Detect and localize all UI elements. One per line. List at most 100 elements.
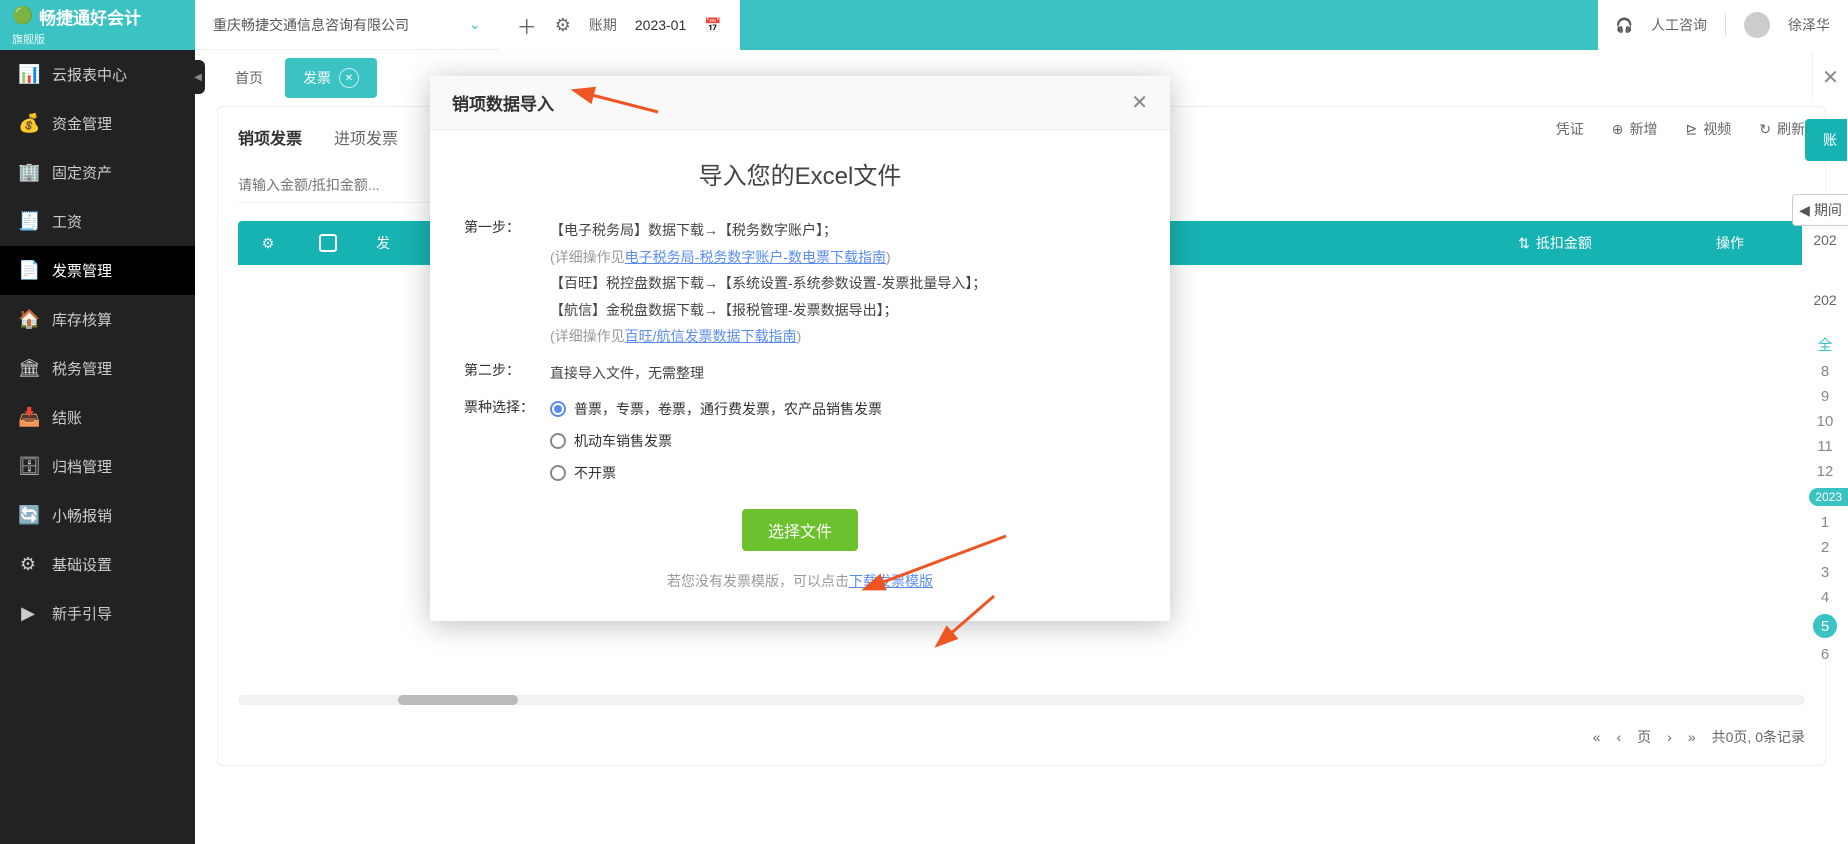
rail-month[interactable]: 6 <box>1821 646 1829 663</box>
radio-option-none[interactable]: 不开票 <box>550 463 882 483</box>
top-tools: ＋ ⚙ 账期 2023-01 📅 <box>499 0 740 50</box>
home-icon: 🏠 <box>18 309 38 330</box>
consult-link[interactable]: 人工咨询 <box>1651 15 1707 35</box>
amount-search-input[interactable] <box>238 167 458 203</box>
sidebar-item-assets[interactable]: 🏢固定资产 <box>0 148 195 197</box>
sidebar-item-guide[interactable]: ▶新手引导 <box>0 589 195 638</box>
tab-close-icon[interactable]: ✕ <box>339 68 359 88</box>
money-icon: 💰 <box>18 113 38 134</box>
tab-home[interactable]: 首页 <box>217 58 281 98</box>
scrollbar-thumb[interactable] <box>398 695 518 705</box>
user-name[interactable]: 徐泽华 <box>1788 15 1830 35</box>
step1-link1[interactable]: 电子税务局-税务数字账户-数电票下载指南 <box>625 249 886 265</box>
rail-month[interactable]: 8 <box>1821 363 1829 380</box>
step1-label: 第一步： <box>464 217 550 350</box>
sidebar-item-tax[interactable]: 🏛税务管理 <box>0 344 195 393</box>
rail-month-selected[interactable]: 5 <box>1813 614 1837 638</box>
chart-icon: 📊 <box>18 64 38 85</box>
rail-month[interactable]: 1 <box>1821 514 1829 531</box>
voucher-button[interactable]: 凭证 <box>1556 119 1584 139</box>
rail-month[interactable]: 4 <box>1821 589 1829 606</box>
th-offset[interactable]: ⇅抵扣金额 <box>1455 233 1655 253</box>
rail-month[interactable]: 11 <box>1817 438 1833 455</box>
radio-label: 票种选择： <box>464 397 550 483</box>
play-icon: ▶ <box>18 603 38 624</box>
step-2: 第二步： 直接导入文件，无需整理 <box>464 360 1136 387</box>
rail-month[interactable]: 10 <box>1817 413 1834 430</box>
sidebar: ◀ 📊云报表中心 💰资金管理 🏢固定资产 🧾工资 📄发票管理 🏠库存核算 🏛税务… <box>0 50 195 844</box>
rail-month[interactable]: 12 <box>1817 463 1834 480</box>
rail-year-badge: 2023 <box>1809 488 1848 506</box>
sidebar-item-settings[interactable]: ⚙基础设置 <box>0 540 195 589</box>
radio-option-vehicle[interactable]: 机动车销售发票 <box>550 431 882 451</box>
checkbox-icon <box>319 234 337 252</box>
sidebar-item-invoice[interactable]: 📄发票管理 <box>0 246 195 295</box>
close-icon[interactable]: ✕ <box>1131 90 1148 115</box>
refresh-button[interactable]: ↻刷新 <box>1759 119 1805 139</box>
modal-title: 销项数据导入 <box>452 90 554 115</box>
rail-month[interactable]: 9 <box>1821 388 1829 405</box>
th-gear[interactable]: ⚙ <box>238 235 298 252</box>
pager-next-last-icon[interactable]: » <box>1688 729 1696 745</box>
step1-note1: (详细操作见电子税务局-税务数字账户-数电票下载指南) <box>550 244 1136 271</box>
sidebar-item-close[interactable]: 📥结账 <box>0 393 195 442</box>
tab-invoice[interactable]: 发票 ✕ <box>285 58 377 98</box>
step1-link2[interactable]: 百旺/航信发票数据下载指南 <box>625 328 797 344</box>
rail-month[interactable]: 2 <box>1821 539 1829 556</box>
plus-icon[interactable]: ＋ <box>517 11 537 40</box>
pager-next-icon[interactable]: › <box>1667 729 1672 745</box>
sidebar-collapse-handle[interactable]: ◀ <box>191 60 205 94</box>
sidebar-item-inventory[interactable]: 🏠库存核算 <box>0 295 195 344</box>
modal-heading: 导入您的Excel文件 <box>464 156 1136 191</box>
rail-month-all[interactable]: 全 <box>1817 334 1832 355</box>
pager-prev-icon[interactable]: ‹ <box>1617 729 1622 745</box>
radio-option-general[interactable]: 普票，专票，卷票，通行费发票，农产品销售发票 <box>550 399 882 419</box>
sort-icon: ⇅ <box>1518 235 1530 252</box>
brand-sub: 旗舰版 <box>12 31 183 47</box>
play-icon: ⊵ <box>1686 121 1698 138</box>
refresh-icon: 🔄 <box>18 505 38 526</box>
sidebar-item-funds[interactable]: 💰资金管理 <box>0 99 195 148</box>
rail-year-1[interactable]: 202 <box>1813 232 1836 248</box>
avatar[interactable] <box>1744 12 1770 38</box>
radio-icon <box>550 465 566 481</box>
radio-icon <box>550 401 566 417</box>
sidebar-item-reports[interactable]: 📊云报表中心 <box>0 50 195 99</box>
subtab-in[interactable]: 进项发票 <box>334 125 398 149</box>
company-selector[interactable]: 重庆畅捷交通信息咨询有限公司 ⌄ <box>195 0 499 50</box>
radio-group: 普票，专票，卷票，通行费发票，农产品销售发票 机动车销售发票 不开票 <box>550 397 882 483</box>
horizontal-scrollbar[interactable] <box>238 695 1805 705</box>
logo-area: 🟢畅捷通好会计 旗舰版 <box>0 4 195 47</box>
sidebar-item-archive[interactable]: 🗄归档管理 <box>0 442 195 491</box>
plus-icon: ⊕ <box>1612 121 1624 138</box>
period-tab[interactable]: ◀期间 <box>1792 194 1848 226</box>
period-label: 账期 <box>589 15 617 35</box>
select-file-button[interactable]: 选择文件 <box>742 509 858 551</box>
rail-month[interactable]: 3 <box>1821 564 1829 581</box>
archive-icon: 🗄 <box>18 456 38 477</box>
subtab-out[interactable]: 销项发票 <box>238 125 302 149</box>
download-template-link[interactable]: 下载发票模版 <box>849 573 933 589</box>
close-panel-button[interactable]: ✕ <box>1812 53 1848 101</box>
sidebar-item-salary[interactable]: 🧾工资 <box>0 197 195 246</box>
calendar-icon[interactable]: 📅 <box>704 17 721 34</box>
add-button[interactable]: ⊕新增 <box>1612 119 1658 139</box>
sidebar-item-reimburse[interactable]: 🔄小畅报销 <box>0 491 195 540</box>
gear-icon: ⚙ <box>262 235 275 252</box>
video-button[interactable]: ⊵视频 <box>1686 119 1732 139</box>
pager-prev-first-icon[interactable]: « <box>1593 729 1601 745</box>
rail-year-2[interactable]: 202 <box>1813 292 1836 308</box>
gear-icon: ⚙ <box>18 554 38 575</box>
radio-row: 票种选择： 普票，专票，卷票，通行费发票，农产品销售发票 机动车销售发票 不开票 <box>464 397 1136 483</box>
gear-icon[interactable]: ⚙ <box>555 15 571 36</box>
th-invoice[interactable]: 发 <box>358 233 408 253</box>
toolbar-right: 凭证 ⊕新增 ⊵视频 ↻刷新 <box>1556 119 1805 139</box>
th-checkbox[interactable] <box>298 234 358 252</box>
period-value[interactable]: 2023-01 <box>635 17 686 33</box>
acct-button[interactable]: 账 <box>1805 119 1847 161</box>
bank-icon: 🏛 <box>18 358 38 379</box>
chevron-down-icon: ⌄ <box>469 16 481 33</box>
th-operation: 操作 <box>1655 233 1805 253</box>
brand-name: 🟢畅捷通好会计 <box>12 4 183 29</box>
tab-invoice-label: 发票 <box>303 68 331 88</box>
